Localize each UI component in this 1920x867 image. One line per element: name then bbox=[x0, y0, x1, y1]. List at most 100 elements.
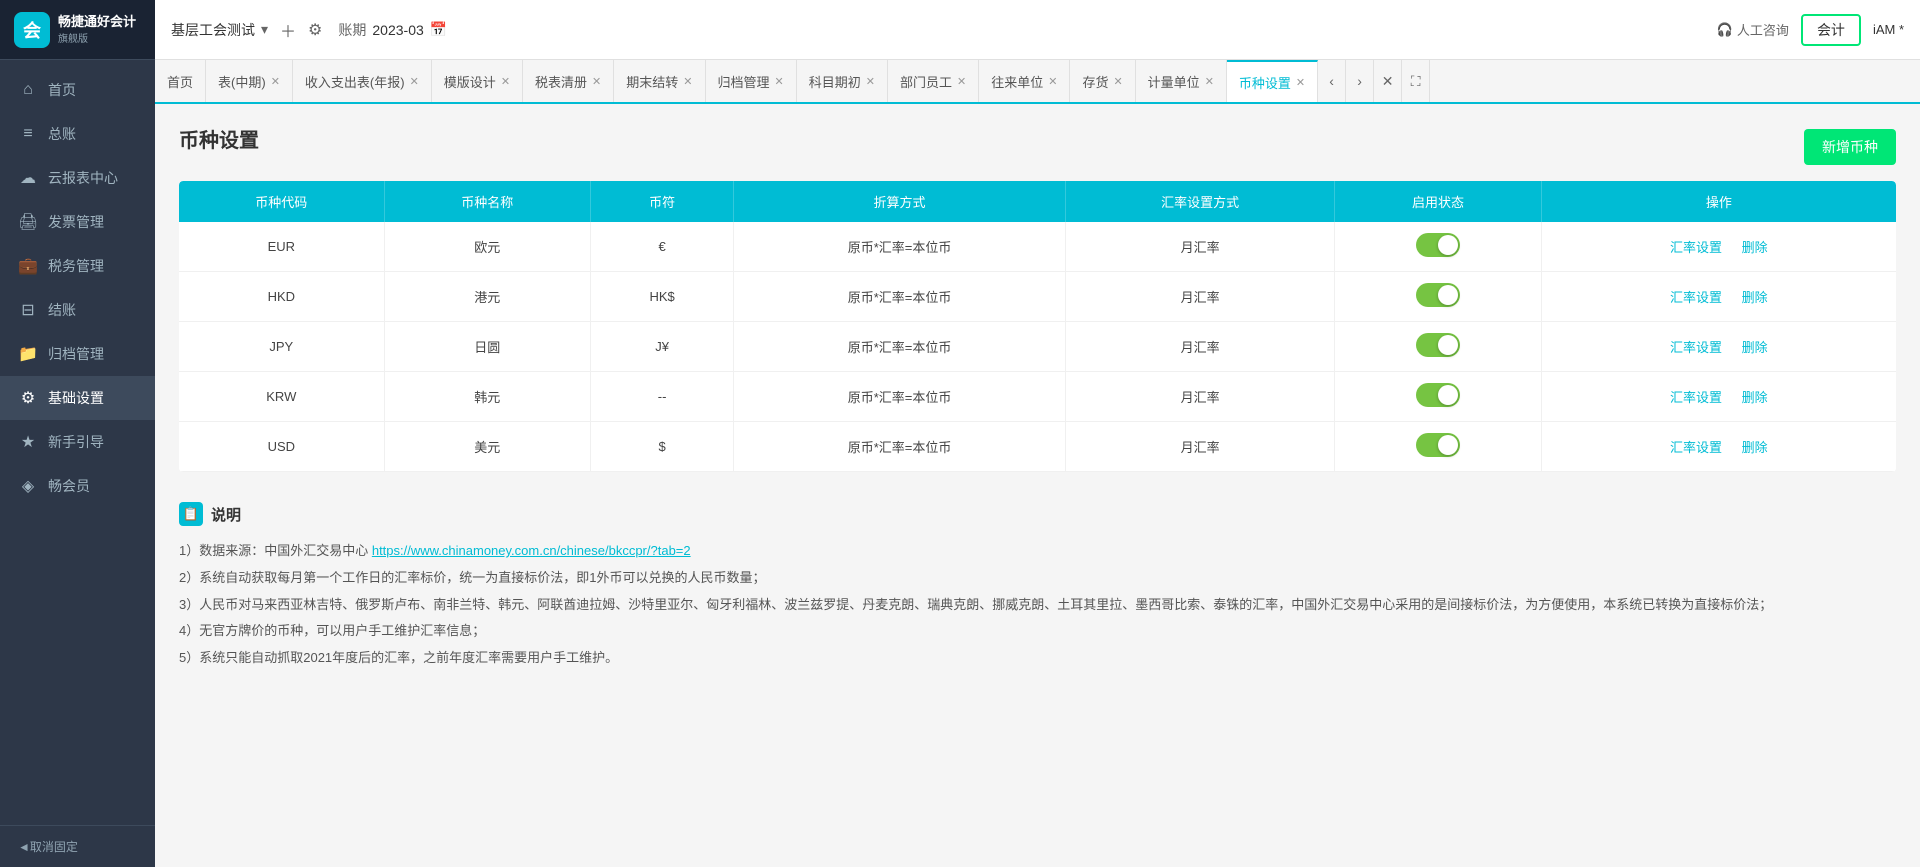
delete-link-4[interactable]: 删除 bbox=[1742, 440, 1768, 455]
sidebar-item-home-label: 首页 bbox=[48, 80, 76, 100]
col-name: 币种名称 bbox=[384, 181, 590, 222]
workspace-settings-icon[interactable]: ⚙ bbox=[308, 20, 322, 40]
page-title: 币种设置 bbox=[179, 124, 259, 153]
sidebar-item-checkout[interactable]: ⊟ 结账 bbox=[0, 288, 155, 332]
new-currency-button[interactable]: 新增币种 bbox=[1804, 129, 1896, 165]
tab-inventory[interactable]: 存货 ✕ bbox=[1070, 60, 1135, 102]
tab-next-btn[interactable]: › bbox=[1346, 60, 1374, 102]
toggle-enabled-4[interactable] bbox=[1416, 433, 1460, 457]
col-code: 币种代码 bbox=[179, 181, 384, 222]
tab-currency-close[interactable]: ✕ bbox=[1296, 76, 1305, 89]
toggle-enabled-0[interactable] bbox=[1416, 233, 1460, 257]
notes-text-0: 1）数据来源：中国外汇交易中心 bbox=[179, 543, 372, 558]
tab-period-end-label: 期末结转 bbox=[626, 72, 678, 91]
tab-mid-close[interactable]: ✕ bbox=[271, 75, 280, 88]
archive-icon: 📁 bbox=[18, 344, 38, 364]
sidebar-item-invoice[interactable]: 🖨 发票管理 bbox=[0, 200, 155, 244]
rate-setting-link-0[interactable]: 汇率设置 bbox=[1670, 240, 1722, 255]
cell-calc-2: 原币*汇率=本位币 bbox=[734, 322, 1066, 372]
sidebar-nav: ⌂ 首页 ≡ 总账 ☁ 云报表中心 🖨 发票管理 💼 税务管理 ⊟ 结账 📁 归… bbox=[0, 60, 155, 825]
tab-income[interactable]: 收入支出表(年报) ✕ bbox=[293, 60, 432, 102]
tab-archive[interactable]: 归档管理 ✕ bbox=[706, 60, 797, 102]
guide-icon: ★ bbox=[18, 432, 38, 452]
tab-customer-close[interactable]: ✕ bbox=[1048, 75, 1057, 88]
tab-period-end-close[interactable]: ✕ bbox=[683, 75, 692, 88]
member-icon: ◈ bbox=[18, 476, 38, 496]
table-row: USD 美元 $ 原币*汇率=本位币 月汇率 汇率设置 删除 bbox=[179, 422, 1896, 472]
cell-code-4: USD bbox=[179, 422, 384, 472]
user-role-button[interactable]: 会计 bbox=[1801, 14, 1861, 46]
calendar-icon[interactable]: 📅 bbox=[430, 21, 447, 38]
app-name: 畅捷通好会计 bbox=[58, 14, 136, 31]
content-area: 币种设置 新增币种 币种代码 币种名称 币符 折算方式 汇率设置方式 启用状态 … bbox=[155, 104, 1920, 867]
delete-link-0[interactable]: 删除 bbox=[1742, 240, 1768, 255]
tab-tax-close[interactable]: ✕ bbox=[592, 75, 601, 88]
notes-link-0[interactable]: https://www.chinamoney.com.cn/chinese/bk… bbox=[372, 543, 691, 558]
tab-unit-close[interactable]: ✕ bbox=[1205, 75, 1214, 88]
notes-item: 3）人民币对马来西亚林吉特、俄罗斯卢布、南非兰特、韩元、阿联酋迪拉姆、沙特里亚尔… bbox=[179, 592, 1896, 619]
tab-template-close[interactable]: ✕ bbox=[501, 75, 510, 88]
username-display: iAM * bbox=[1873, 22, 1904, 37]
tab-mid[interactable]: 表(中期) ✕ bbox=[206, 60, 293, 102]
sidebar-item-reports-label: 云报表中心 bbox=[48, 168, 118, 188]
sidebar-item-guide[interactable]: ★ 新手引导 bbox=[0, 420, 155, 464]
sidebar-item-settings[interactable]: ⚙ 基础设置 bbox=[0, 376, 155, 420]
workspace-info: 基层工会测试 ▾ ＋ ⚙ 账期 2023-03 📅 bbox=[171, 18, 1717, 42]
cell-code-1: HKD bbox=[179, 272, 384, 322]
tab-customer[interactable]: 往来单位 ✕ bbox=[979, 60, 1070, 102]
sidebar-item-tax[interactable]: 💼 税务管理 bbox=[0, 244, 155, 288]
tab-dept-label: 部门员工 bbox=[900, 72, 952, 91]
col-status: 启用状态 bbox=[1335, 181, 1541, 222]
tab-inventory-close[interactable]: ✕ bbox=[1113, 75, 1122, 88]
sidebar-item-home[interactable]: ⌂ 首页 bbox=[0, 68, 155, 112]
tab-dept-close[interactable]: ✕ bbox=[957, 75, 966, 88]
rate-setting-link-3[interactable]: 汇率设置 bbox=[1670, 390, 1722, 405]
tab-bar: 首页 表(中期) ✕ 收入支出表(年报) ✕ 模版设计 ✕ 税表清册 ✕ 期末结… bbox=[155, 60, 1920, 104]
toggle-knob-2 bbox=[1438, 335, 1458, 355]
toggle-enabled-3[interactable] bbox=[1416, 383, 1460, 407]
tax-icon: 💼 bbox=[18, 256, 38, 276]
cell-status-2 bbox=[1335, 322, 1541, 372]
toggle-enabled-1[interactable] bbox=[1416, 283, 1460, 307]
help-button[interactable]: 🎧 人工咨询 bbox=[1717, 20, 1789, 39]
tab-expand-btn[interactable]: ⛶ bbox=[1402, 60, 1430, 102]
table-row: HKD 港元 HK$ 原币*汇率=本位币 月汇率 汇率设置 删除 bbox=[179, 272, 1896, 322]
notes-item: 1）数据来源：中国外汇交易中心 https://www.chinamoney.c… bbox=[179, 538, 1896, 565]
sidebar-item-ledger[interactable]: ≡ 总账 bbox=[0, 112, 155, 156]
tab-archive-label: 归档管理 bbox=[718, 72, 770, 91]
tab-income-close[interactable]: ✕ bbox=[410, 75, 419, 88]
tab-home[interactable]: 首页 bbox=[155, 60, 206, 102]
notes-item: 2）系统自动获取每月第一个工作日的汇率标价，统一为直接标价法，即1外币可以兑换的… bbox=[179, 565, 1896, 592]
delete-link-1[interactable]: 删除 bbox=[1742, 290, 1768, 305]
sidebar: 会 畅捷通好会计 旗舰版 ⌂ 首页 ≡ 总账 ☁ 云报表中心 🖨 发票管理 💼 … bbox=[0, 0, 155, 867]
delete-link-3[interactable]: 删除 bbox=[1742, 390, 1768, 405]
tab-subject[interactable]: 科目期初 ✕ bbox=[797, 60, 888, 102]
delete-link-2[interactable]: 删除 bbox=[1742, 340, 1768, 355]
invoice-icon: 🖨 bbox=[18, 212, 38, 232]
tab-subject-close[interactable]: ✕ bbox=[866, 75, 875, 88]
toggle-knob-4 bbox=[1438, 435, 1458, 455]
tab-prev-btn[interactable]: ‹ bbox=[1318, 60, 1346, 102]
tab-currency[interactable]: 币种设置 ✕ bbox=[1227, 60, 1318, 102]
tab-close-all-btn[interactable]: ✕ bbox=[1374, 60, 1402, 102]
rate-setting-link-2[interactable]: 汇率设置 bbox=[1670, 340, 1722, 355]
sidebar-item-archive[interactable]: 📁 归档管理 bbox=[0, 332, 155, 376]
tab-tax[interactable]: 税表清册 ✕ bbox=[523, 60, 614, 102]
tab-template[interactable]: 模版设计 ✕ bbox=[432, 60, 523, 102]
sidebar-item-reports[interactable]: ☁ 云报表中心 bbox=[0, 156, 155, 200]
currency-table: 币种代码 币种名称 币符 折算方式 汇率设置方式 启用状态 操作 EUR 欧元 … bbox=[179, 181, 1896, 472]
cell-symbol-0: € bbox=[590, 222, 733, 272]
rate-setting-link-4[interactable]: 汇率设置 bbox=[1670, 440, 1722, 455]
rate-setting-link-1[interactable]: 汇率设置 bbox=[1670, 290, 1722, 305]
home-icon: ⌂ bbox=[18, 81, 38, 99]
add-workspace-icon[interactable]: ＋ bbox=[280, 18, 296, 42]
tab-archive-close[interactable]: ✕ bbox=[775, 75, 784, 88]
toggle-enabled-2[interactable] bbox=[1416, 333, 1460, 357]
tab-dept[interactable]: 部门员工 ✕ bbox=[888, 60, 979, 102]
sidebar-item-member[interactable]: ◈ 畅会员 bbox=[0, 464, 155, 508]
sidebar-pin-toggle[interactable]: ◄取消固定 bbox=[0, 825, 155, 867]
tab-period-end[interactable]: 期末结转 ✕ bbox=[614, 60, 705, 102]
col-symbol: 币符 bbox=[590, 181, 733, 222]
tab-unit[interactable]: 计量单位 ✕ bbox=[1136, 60, 1227, 102]
workspace-dropdown-icon[interactable]: ▾ bbox=[261, 21, 268, 38]
